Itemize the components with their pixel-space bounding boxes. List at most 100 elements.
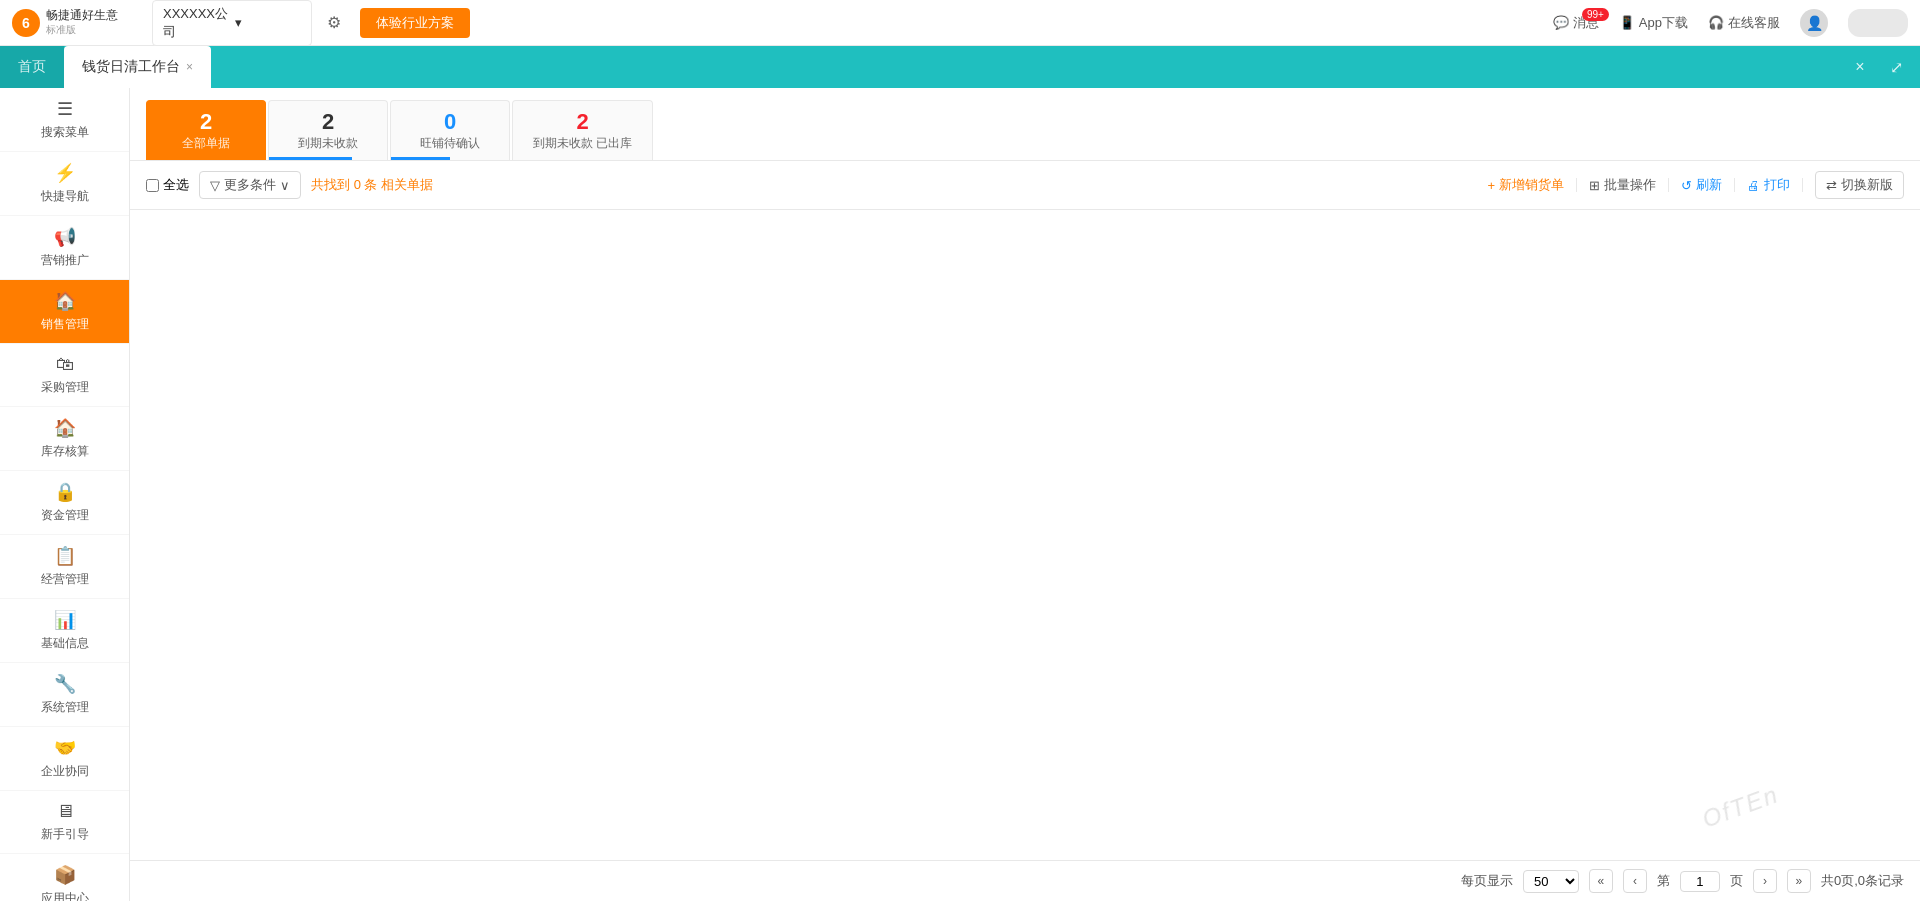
stat-unshipped-num: 2 (533, 109, 632, 135)
batch-label: 批量操作 (1604, 176, 1656, 194)
sidebar-item-sales-label: 销售管理 (41, 316, 89, 333)
sidebar-item-app-center[interactable]: 📦 应用中心 (0, 854, 129, 901)
messages-button[interactable]: 💬 消息 99+ (1553, 14, 1599, 32)
sidebar-item-guide-label: 新手引导 (41, 826, 89, 843)
operations-icon: 📋 (54, 545, 76, 567)
messages-badge: 99+ (1582, 8, 1609, 21)
switch-version-button[interactable]: ⇄ 切换新版 (1815, 171, 1904, 199)
refresh-button[interactable]: ↺ 刷新 (1681, 176, 1722, 194)
download-icon: 📱 (1619, 15, 1635, 30)
sidebar-item-finance[interactable]: 🔒 资金管理 (0, 471, 129, 535)
toolbar-divider-2 (1668, 178, 1669, 192)
stat-all-num: 2 (167, 109, 245, 135)
tab-active[interactable]: 钱货日清工作台 × (64, 46, 211, 88)
page-suffix: 页 (1730, 872, 1743, 890)
found-number: 0 (354, 177, 361, 192)
sidebar-item-system[interactable]: 🔧 系统管理 (0, 663, 129, 727)
app-name: 畅捷通好生意 (46, 8, 118, 24)
logo-text-area: 畅捷通好生意 标准版 (46, 8, 118, 38)
filter-button[interactable]: ▽ 更多条件 ∨ (199, 171, 301, 199)
stat-wangpu-label: 旺铺待确认 (411, 135, 489, 152)
online-service-button[interactable]: 🎧 在线客服 (1708, 14, 1780, 32)
nav-minimize-button[interactable]: × (1846, 53, 1874, 81)
finance-icon: 🔒 (54, 481, 76, 503)
found-count: 共找到 0 条 相关单据 (311, 176, 433, 194)
refresh-icon: ↺ (1681, 178, 1692, 193)
refresh-label: 刷新 (1696, 176, 1722, 194)
filter-label: 更多条件 (224, 176, 276, 194)
app-download-label: App下载 (1639, 14, 1688, 32)
found-unit: 条 (364, 177, 377, 192)
sidebar-item-quick-nav[interactable]: ⚡ 快捷导航 (0, 152, 129, 216)
page-input[interactable] (1680, 871, 1720, 892)
gear-icon: ⚙ (327, 13, 341, 32)
select-all-input[interactable] (146, 179, 159, 192)
cooperation-icon: 🤝 (54, 737, 76, 759)
switch-label: 切换新版 (1841, 176, 1893, 194)
found-prefix: 共找到 (311, 177, 350, 192)
stat-tab-wangpu[interactable]: 0 旺铺待确认 (390, 100, 510, 160)
print-icon: 🖨 (1747, 178, 1760, 193)
chevron-down-icon: ▾ (235, 15, 301, 30)
nav-maximize-button[interactable]: ⤢ (1882, 53, 1910, 81)
trial-button[interactable]: 体验行业方案 (360, 8, 470, 38)
stat-overdue-label: 到期未收款 (289, 135, 367, 152)
tab-home[interactable]: 首页 (0, 46, 64, 88)
add-icon: + (1487, 178, 1495, 193)
sidebar-item-marketing-label: 营销推广 (41, 252, 89, 269)
marketing-icon: 📢 (54, 226, 76, 248)
system-icon: 🔧 (54, 673, 76, 695)
app-center-icon: 📦 (54, 864, 76, 886)
stat-tab-unshipped[interactable]: 2 到期未收款 已出库 (512, 100, 653, 160)
stat-all-label: 全部单据 (167, 135, 245, 152)
app-download-button[interactable]: 📱 App下载 (1619, 14, 1688, 32)
company-name: XXXXXX公司 (163, 5, 229, 41)
prev-page-button[interactable]: ‹ (1623, 869, 1647, 893)
sidebar-item-inventory[interactable]: 🏠 库存核算 (0, 407, 129, 471)
sidebar-item-operations-label: 经营管理 (41, 571, 89, 588)
print-button[interactable]: 🖨 打印 (1747, 176, 1790, 194)
add-btn-label: 新增销货单 (1499, 176, 1564, 194)
sidebar-item-search-label: 搜索菜单 (41, 124, 89, 141)
next-page-button[interactable]: › (1753, 869, 1777, 893)
sidebar-item-inventory-label: 库存核算 (41, 443, 89, 460)
sidebar-item-sales[interactable]: 🏠 销售管理 (0, 280, 129, 344)
per-page-select[interactable]: 50 10 20 100 (1523, 870, 1579, 893)
sidebar-item-base-info[interactable]: 📊 基础信息 (0, 599, 129, 663)
toolbar-right: + 新增销货单 ⊞ 批量操作 ↺ 刷新 🖨 打印 (1487, 171, 1904, 199)
settings-button[interactable]: ⚙ (318, 7, 350, 39)
app-edition: 标准版 (46, 23, 118, 37)
switch-icon: ⇄ (1826, 178, 1837, 193)
tab-active-label: 钱货日清工作台 (82, 58, 180, 76)
pagination-bar: 每页显示 50 10 20 100 « ‹ 第 页 › » 共0页,0条记录 (130, 860, 1920, 901)
user-info[interactable] (1848, 9, 1908, 37)
select-all-checkbox[interactable]: 全选 (146, 176, 189, 194)
batch-button[interactable]: ⊞ 批量操作 (1589, 176, 1656, 194)
sidebar-item-guide[interactable]: 🖥 新手引导 (0, 791, 129, 854)
tab-close-icon[interactable]: × (186, 60, 193, 74)
stat-unshipped-label: 到期未收款 已出库 (533, 135, 632, 152)
stat-tab-all[interactable]: 2 全部单据 (146, 100, 266, 160)
filter-icon: ▽ (210, 178, 220, 193)
company-selector[interactable]: XXXXXX公司 ▾ (152, 0, 312, 46)
sidebar-item-operations[interactable]: 📋 经营管理 (0, 535, 129, 599)
stat-overdue-num: 2 (289, 109, 367, 135)
batch-icon: ⊞ (1589, 178, 1600, 193)
guide-icon: 🖥 (56, 801, 74, 822)
first-page-button[interactable]: « (1589, 869, 1613, 893)
sidebar-item-cooperation[interactable]: 🤝 企业协同 (0, 727, 129, 791)
quick-nav-icon: ⚡ (54, 162, 76, 184)
stat-tab-overdue[interactable]: 2 到期未收款 (268, 100, 388, 160)
sidebar-item-marketing[interactable]: 📢 营销推广 (0, 216, 129, 280)
last-page-button[interactable]: » (1787, 869, 1811, 893)
add-sales-button[interactable]: + 新增销货单 (1487, 176, 1564, 194)
online-service-label: 在线客服 (1728, 14, 1780, 32)
sidebar-item-search[interactable]: ☰ 搜索菜单 (0, 88, 129, 152)
content-area: 2 全部单据 2 到期未收款 0 旺铺待确认 2 到期未收款 已出库 全选 (130, 88, 1920, 901)
sidebar-item-purchase[interactable]: 🛍 采购管理 (0, 344, 129, 407)
filter-chevron-icon: ∨ (280, 178, 290, 193)
sidebar-item-app-center-label: 应用中心 (41, 890, 89, 901)
nav-controls: × ⤢ (1846, 53, 1920, 81)
avatar[interactable]: 👤 (1800, 9, 1828, 37)
sidebar-item-base-info-label: 基础信息 (41, 635, 89, 652)
